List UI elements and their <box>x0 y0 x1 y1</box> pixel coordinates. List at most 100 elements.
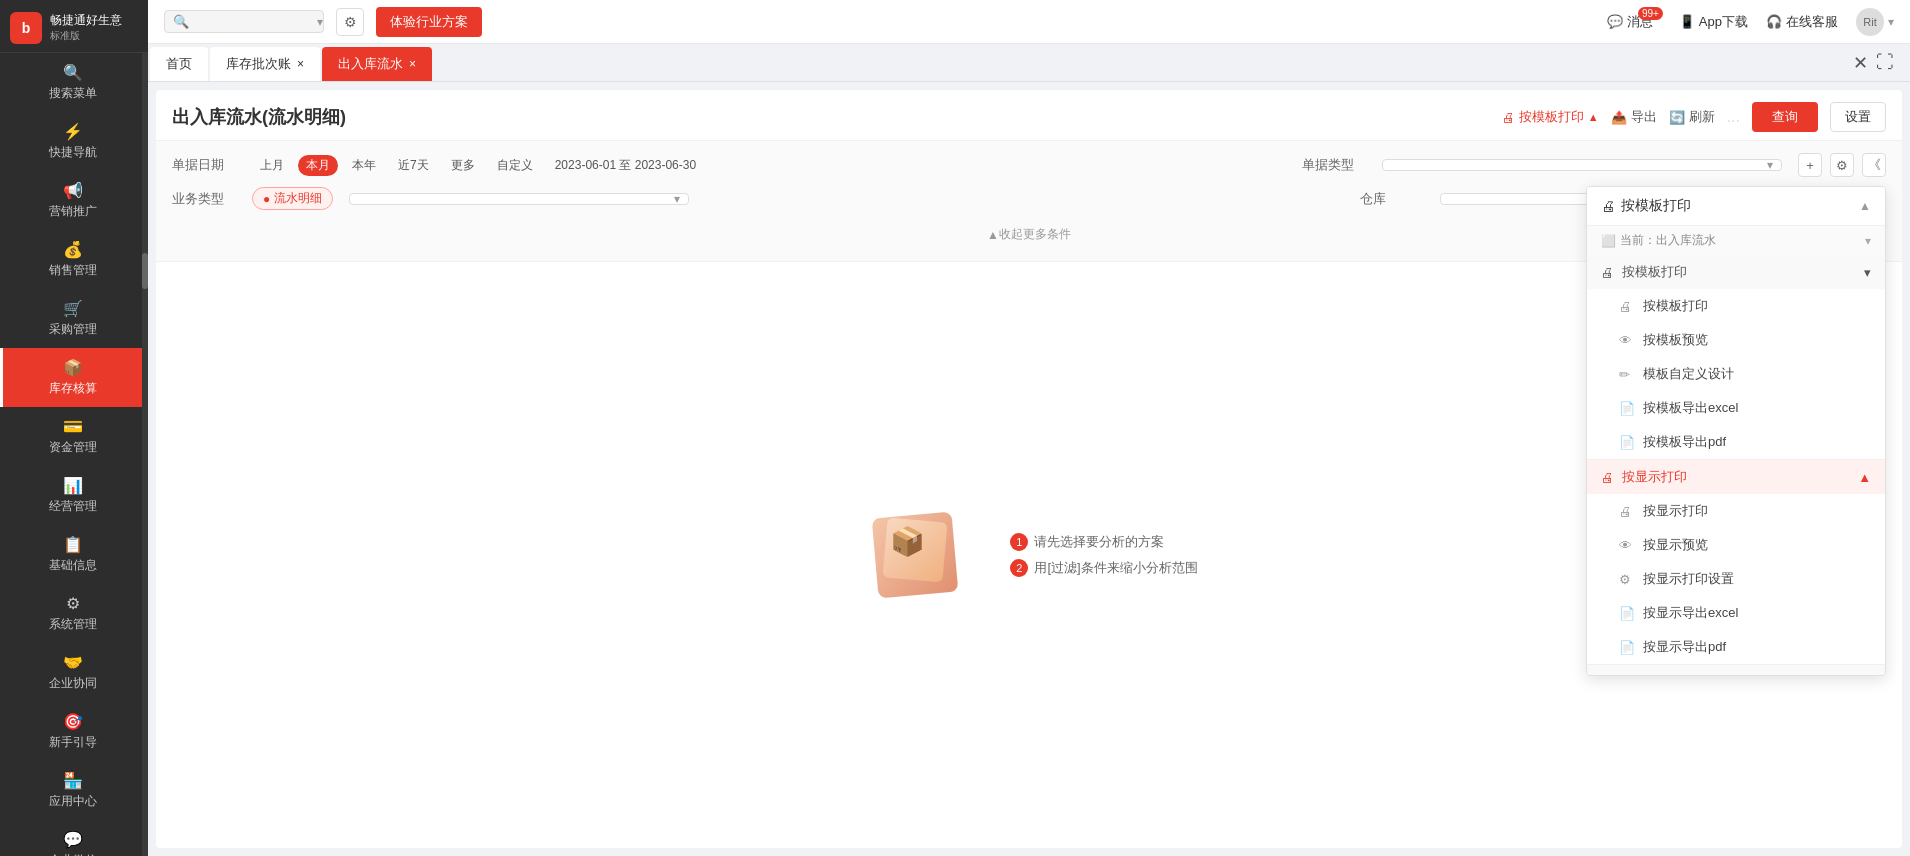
date-tab-current-month[interactable]: 本月 <box>298 155 338 176</box>
dropdown-item-preview-icon: 👁 <box>1619 333 1635 348</box>
dropdown-section-template-print[interactable]: 🖨 按模板打印 ▾ <box>1587 255 1885 289</box>
empty-tip-2: 2 用[过滤]条件来缩小分析范围 <box>1010 559 1197 577</box>
sales-icon: 💰 <box>63 240 83 259</box>
export-button[interactable]: 📤 导出 <box>1611 108 1657 126</box>
search-menu-icon: 🔍 <box>63 63 83 82</box>
tabs-right-buttons: ✕ ⛶ <box>1853 52 1894 74</box>
date-tab-custom[interactable]: 自定义 <box>489 155 541 176</box>
dropdown-section-display-print[interactable]: 🖨 按显示打印 ▲ <box>1587 460 1885 494</box>
sidebar-item-inventory[interactable]: 📦 库存核算 <box>0 348 142 407</box>
dropdown-collapse-icon[interactable]: ▲ <box>1859 199 1871 213</box>
refresh-icon: 🔄 <box>1669 110 1685 125</box>
search-input[interactable] <box>193 15 313 29</box>
date-tab-last-month[interactable]: 上月 <box>252 155 292 176</box>
search-dropdown-icon[interactable]: ▾ <box>317 15 323 29</box>
sidebar-item-collaboration[interactable]: 🤝 企业协同 <box>0 643 142 702</box>
add-filter-button[interactable]: + <box>1798 153 1822 177</box>
page-settings-button[interactable]: 设置 <box>1830 102 1886 132</box>
tab-stock-flow-close[interactable]: × <box>409 57 416 71</box>
dropdown-item-display-pdf[interactable]: 📄 按显示导出pdf <box>1587 630 1885 664</box>
dropdown-item-display-settings[interactable]: ⚙ 按显示打印设置 <box>1587 562 1885 596</box>
doc-type-filter-label: 单据类型 <box>1302 156 1366 174</box>
template-print-arrow-up: ▲ <box>1588 111 1599 123</box>
template-section-arrow: ▾ <box>1864 265 1871 280</box>
filter-settings-button[interactable]: ⚙ <box>1830 153 1854 177</box>
tab-batch-account[interactable]: 库存批次账 × <box>210 47 320 81</box>
sidebar-item-quick-nav[interactable]: ⚡ 快捷导航 <box>0 112 142 171</box>
main-content: 🔍 ▾ ⚙ 体验行业方案 💬 消息 99+ 📱 App下载 🎧 在线客服 <box>148 0 1910 856</box>
header-search-box[interactable]: 🔍 ▾ <box>164 10 324 33</box>
app-download-button[interactable]: 📱 App下载 <box>1679 13 1748 31</box>
collaboration-icon: 🤝 <box>63 653 83 672</box>
sidebar-item-marketing[interactable]: 📢 营销推广 <box>0 171 142 230</box>
industry-solution-button[interactable]: 体验行业方案 <box>376 7 482 37</box>
online-service-button[interactable]: 🎧 在线客服 <box>1766 13 1838 31</box>
sidebar-item-operations[interactable]: 📊 经营管理 <box>0 466 142 525</box>
collapse-arrow-icon: ▲ <box>987 228 999 242</box>
sidebar-scrollbar-thumb <box>142 253 148 289</box>
current-indicator-arrow: ▾ <box>1865 234 1871 248</box>
system-icon: ⚙ <box>66 594 80 613</box>
dropdown-item-display-print[interactable]: 🖨 按显示打印 <box>1587 494 1885 528</box>
date-tab-current-year[interactable]: 本年 <box>344 155 384 176</box>
dropdown-item-display-preview[interactable]: 👁 按显示预览 <box>1587 528 1885 562</box>
date-filter-label: 单据日期 <box>172 156 236 174</box>
refresh-button[interactable]: 🔄 刷新 <box>1669 108 1715 126</box>
page-actions: 🖨 按模板打印 ▲ 📤 导出 🔄 刷新 ... 查询 设置 <box>1502 102 1886 132</box>
date-tab-last-7-days[interactable]: 近7天 <box>390 155 437 176</box>
inventory-icon: 📦 <box>63 358 83 377</box>
sidebar-item-sales[interactable]: 💰 销售管理 <box>0 230 142 289</box>
tab-batch-account-close[interactable]: × <box>297 57 304 71</box>
dropdown-section-set-default[interactable]: ⚙ 设置默认功能 ▾ <box>1587 665 1885 675</box>
purchase-icon: 🛒 <box>63 299 83 318</box>
template-print-button[interactable]: 🖨 按模板打印 ▲ <box>1502 108 1599 126</box>
sidebar-scrollbar[interactable] <box>142 53 148 856</box>
sidebar-item-app-center[interactable]: 🏪 应用中心 <box>0 761 142 820</box>
dropdown-item-display-excel[interactable]: 📄 按显示导出excel <box>1587 596 1885 630</box>
close-all-tabs-icon[interactable]: ✕ <box>1853 52 1868 74</box>
sidebar-item-guide[interactable]: 🎯 新手引导 <box>0 702 142 761</box>
tab-stock-flow[interactable]: 出入库流水 × <box>322 47 432 81</box>
user-dropdown-icon: ▾ <box>1888 15 1894 29</box>
settings-gear-button[interactable]: ⚙ <box>336 8 364 36</box>
query-button[interactable]: 查询 <box>1752 102 1818 132</box>
tabs-bar: 首页 库存批次账 × 出入库流水 × ✕ ⛶ <box>148 44 1910 82</box>
empty-tip-1: 1 请先选择要分析的方案 <box>1010 533 1197 551</box>
dropdown-item-template-preview[interactable]: 👁 按模板预览 <box>1587 323 1885 357</box>
sidebar-item-purchase[interactable]: 🛒 采购管理 <box>0 289 142 348</box>
tab-home[interactable]: 首页 <box>150 47 208 81</box>
dropdown-item-template-customize[interactable]: ✏ 模板自定义设计 <box>1587 357 1885 391</box>
app-logo-icon: b <box>10 12 42 44</box>
user-avatar-area[interactable]: Rit ▾ <box>1856 8 1894 36</box>
dropdown-item-pdf1-icon: 📄 <box>1619 435 1635 450</box>
empty-tips: 1 请先选择要分析的方案 2 用[过滤]条件来缩小分析范围 <box>1010 533 1197 577</box>
dropdown-item-template-pdf[interactable]: 📄 按模板导出pdf <box>1587 425 1885 459</box>
sidebar-item-search-menu[interactable]: 🔍 搜索菜单 <box>0 53 142 112</box>
dropdown-item-template-print[interactable]: 🖨 按模板打印 <box>1587 289 1885 323</box>
filter-action-icons: + ⚙ 《 <box>1798 153 1886 177</box>
sidebar-item-system[interactable]: ⚙ 系统管理 <box>0 584 142 643</box>
template-section-icon: 🖨 <box>1601 265 1614 280</box>
search-icon: 🔍 <box>173 14 189 29</box>
doc-type-selector[interactable]: ▾ <box>1382 159 1782 171</box>
filter-row-date: 单据日期 上月 本月 本年 近7天 更多 自定义 2023-06-01 至 20… <box>172 153 1886 177</box>
dropdown-item-pdf2-icon: 📄 <box>1619 640 1635 655</box>
biz-type-selector[interactable]: ▾ <box>349 193 689 205</box>
maximize-icon[interactable]: ⛶ <box>1876 52 1894 73</box>
warehouse-filter-label: 仓库 <box>1360 190 1424 208</box>
display-section-icon: 🖨 <box>1601 470 1614 485</box>
app-name: 畅捷通好生意 <box>50 13 122 29</box>
dropdown-item-template-excel[interactable]: 📄 按模板导出excel <box>1587 391 1885 425</box>
message-button[interactable]: 💬 消息 99+ <box>1607 13 1653 31</box>
date-tabs: 上月 本月 本年 近7天 更多 自定义 2023-06-01 至 2023-06… <box>252 155 696 176</box>
tip-num-1: 1 <box>1010 533 1028 551</box>
page-area: 出入库流水(流水明细) 🖨 按模板打印 ▲ 📤 导出 🔄 刷新 ... 查询 设… <box>156 90 1902 848</box>
collapse-filter-button[interactable]: 《 <box>1862 153 1886 177</box>
dropdown-scroll-area: 🖨 按模板打印 ▾ 🖨 按模板打印 👁 按模板预览 ✏ 模板自定义设计 <box>1587 255 1885 675</box>
sidebar-item-basic-info[interactable]: 📋 基础信息 <box>0 525 142 584</box>
set-default-icon: ⚙ <box>1601 675 1613 676</box>
date-tab-more[interactable]: 更多 <box>443 155 483 176</box>
operations-icon: 📊 <box>63 476 83 495</box>
sidebar-item-wechat[interactable]: 💬 企业微信 <box>0 820 142 856</box>
sidebar-item-finance[interactable]: 💳 资金管理 <box>0 407 142 466</box>
